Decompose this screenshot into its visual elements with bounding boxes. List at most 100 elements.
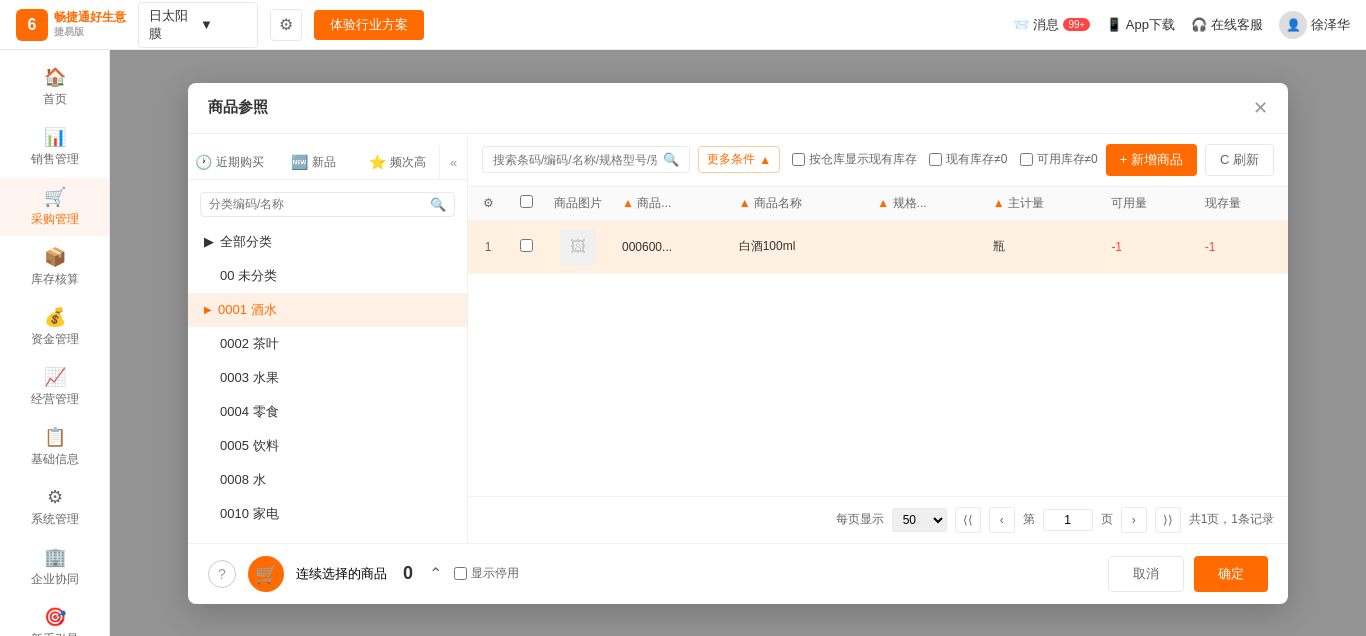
- sidebar-item-sales[interactable]: 📊 销售管理: [0, 118, 109, 176]
- cat-item-label: 0002 茶叶: [220, 335, 279, 353]
- refresh-button[interactable]: C 刷新: [1205, 144, 1274, 176]
- row-check[interactable]: [508, 220, 544, 273]
- checkbox-warehouse[interactable]: 按仓库显示现有库存: [792, 151, 917, 168]
- cat-nav-new-label: 新品: [312, 154, 336, 171]
- confirm-button[interactable]: 确定: [1194, 556, 1268, 592]
- cat-item-uncategorized[interactable]: 00 未分类: [188, 259, 467, 293]
- app-label: App下载: [1126, 16, 1175, 34]
- sidebar-item-finance[interactable]: 💰 资金管理: [0, 298, 109, 356]
- sidebar-item-inventory[interactable]: 📦 库存核算: [0, 238, 109, 296]
- avatar: 👤: [1279, 11, 1307, 39]
- page-next-button[interactable]: ›: [1121, 507, 1147, 533]
- footer-right: 取消 确定: [1108, 556, 1268, 592]
- cat-nav-frequent[interactable]: ⭐ 频次高: [355, 146, 439, 179]
- toolbar-right: + 新增商品 C 刷新: [1106, 144, 1274, 176]
- show-disabled-checkbox[interactable]: 显示停用: [454, 565, 519, 582]
- show-disabled-input[interactable]: [454, 567, 467, 580]
- checkbox-stock-nonzero-input[interactable]: [929, 153, 942, 166]
- settings-button[interactable]: ⚙: [270, 9, 302, 41]
- sort-icon: ▲: [622, 196, 634, 210]
- modal-body: 🕐 近期购买 🆕 新品 ⭐ 频次高 «: [188, 134, 1288, 543]
- modal-close-button[interactable]: ✕: [1253, 97, 1268, 119]
- sidebar-item-system[interactable]: ⚙ 系统管理: [0, 478, 109, 536]
- category-list: ▶ 全部分类 00 未分类 ▶ 0001 酒水 0002 茶: [188, 225, 467, 531]
- store-selector-label: 日太阳膜: [149, 7, 196, 43]
- row-stock: -1: [1195, 220, 1288, 273]
- settings-icon[interactable]: ⚙: [483, 196, 494, 210]
- cancel-button[interactable]: 取消: [1108, 556, 1184, 592]
- notification-item[interactable]: 📨 消息 99+: [1013, 16, 1089, 34]
- table-row[interactable]: 1 🖼 000600... 白酒100ml: [468, 220, 1288, 273]
- navbar: 6 畅捷通好生意 捷易版 日太阳膜 ▼ ⚙ 体验行业方案 📨 消息 99+ 📱 …: [0, 0, 1366, 50]
- cat-nav-recent-label: 近期购买: [216, 154, 264, 171]
- col-available: 可用量: [1101, 187, 1194, 221]
- sidebar-item-label: 经营管理: [31, 391, 79, 408]
- product-reference-modal: 商品参照 ✕ 🕐 近期购买 🆕: [188, 83, 1288, 604]
- cat-item-snack[interactable]: 0004 零食: [188, 395, 467, 429]
- checkbox-warehouse-input[interactable]: [792, 153, 805, 166]
- select-all-checkbox[interactable]: [520, 195, 533, 208]
- checkbox-available-nonzero[interactable]: 可用库存≠0: [1020, 151, 1098, 168]
- category-panel-collapse-button[interactable]: «: [439, 146, 467, 179]
- col-code[interactable]: ▲ 商品...: [612, 187, 729, 221]
- per-page-select[interactable]: 50 10 20 100: [892, 508, 947, 532]
- product-search-input[interactable]: [493, 153, 657, 167]
- sidebar-item-purchase[interactable]: 🛒 采购管理: [0, 178, 109, 236]
- cat-item-tea[interactable]: 0002 茶叶: [188, 327, 467, 361]
- phone-icon: 📱: [1106, 17, 1122, 32]
- sidebar-item-operations[interactable]: 📈 经营管理: [0, 358, 109, 416]
- col-unit[interactable]: ▲ 主计量: [983, 187, 1102, 221]
- sidebar-item-enterprise[interactable]: 🏢 企业协同: [0, 538, 109, 596]
- col-img: 商品图片: [544, 187, 612, 221]
- logo: 6 畅捷通好生意 捷易版: [16, 9, 126, 41]
- col-spec[interactable]: ▲ 规格...: [867, 187, 982, 221]
- sort-icon: ▲: [877, 196, 889, 210]
- cta-button[interactable]: 体验行业方案: [314, 10, 424, 40]
- cat-item-appliance[interactable]: 0010 家电: [188, 497, 467, 531]
- help-button[interactable]: ?: [208, 560, 236, 588]
- page-input[interactable]: [1043, 509, 1093, 531]
- row-checkbox[interactable]: [520, 239, 533, 252]
- service-item[interactable]: 🎧 在线客服: [1191, 16, 1263, 34]
- sidebar-item-label: 企业协同: [31, 571, 79, 588]
- user-item[interactable]: 👤 徐泽华: [1279, 11, 1350, 39]
- enterprise-icon: 🏢: [44, 546, 66, 568]
- cat-item-water[interactable]: 0008 水: [188, 463, 467, 497]
- category-nav: 🕐 近期购买 🆕 新品 ⭐ 频次高 «: [188, 146, 467, 180]
- add-product-button[interactable]: + 新增商品: [1106, 144, 1197, 176]
- collapse-selected-button[interactable]: ⌃: [429, 564, 442, 583]
- row-unit: 瓶: [983, 220, 1102, 273]
- sidebar-item-guide[interactable]: 🎯 新手引导: [0, 598, 109, 636]
- page-prev-button[interactable]: ‹: [989, 507, 1015, 533]
- cat-nav-new[interactable]: 🆕 新品: [272, 146, 356, 179]
- sidebar-item-basic-info[interactable]: 📋 基础信息: [0, 418, 109, 476]
- product-search-box: 🔍: [482, 146, 690, 173]
- cat-item-fruit[interactable]: 0003 水果: [188, 361, 467, 395]
- checkbox-stock-nonzero[interactable]: 现有库存≠0: [929, 151, 1007, 168]
- more-filter-button[interactable]: 更多条件 ▲: [698, 146, 780, 173]
- col-name[interactable]: ▲ 商品名称: [729, 187, 868, 221]
- sidebar-item-label: 新手引导: [31, 631, 79, 636]
- cat-item-liquor[interactable]: ▶ 0001 酒水: [188, 293, 467, 327]
- app-download-item[interactable]: 📱 App下载: [1106, 16, 1175, 34]
- cat-nav-frequent-label: 频次高: [390, 154, 426, 171]
- cat-item-label: 全部分类: [220, 233, 272, 251]
- cat-item-all[interactable]: ▶ 全部分类: [188, 225, 467, 259]
- page-first-button[interactable]: ⟨⟨: [955, 507, 981, 533]
- notification-label: 消息: [1033, 16, 1059, 34]
- sidebar-item-label: 资金管理: [31, 331, 79, 348]
- cat-nav-recent[interactable]: 🕐 近期购买: [188, 146, 272, 179]
- logo-text: 畅捷通好生意: [54, 10, 126, 24]
- store-selector[interactable]: 日太阳膜 ▼: [138, 2, 258, 48]
- page-last-button[interactable]: ⟩⟩: [1155, 507, 1181, 533]
- checkbox-available-nonzero-input[interactable]: [1020, 153, 1033, 166]
- cat-item-beverage[interactable]: 0005 饮料: [188, 429, 467, 463]
- expand-icon: ▶: [204, 234, 214, 249]
- row-available: -1: [1101, 220, 1194, 273]
- sidebar-item-home[interactable]: 🏠 首页: [0, 58, 109, 116]
- system-icon: ⚙: [47, 486, 63, 508]
- cart-icon[interactable]: 🛒: [248, 556, 284, 592]
- category-search-input[interactable]: [209, 197, 424, 211]
- modal-title: 商品参照: [208, 98, 268, 117]
- cat-item-label: 00 未分类: [220, 267, 277, 285]
